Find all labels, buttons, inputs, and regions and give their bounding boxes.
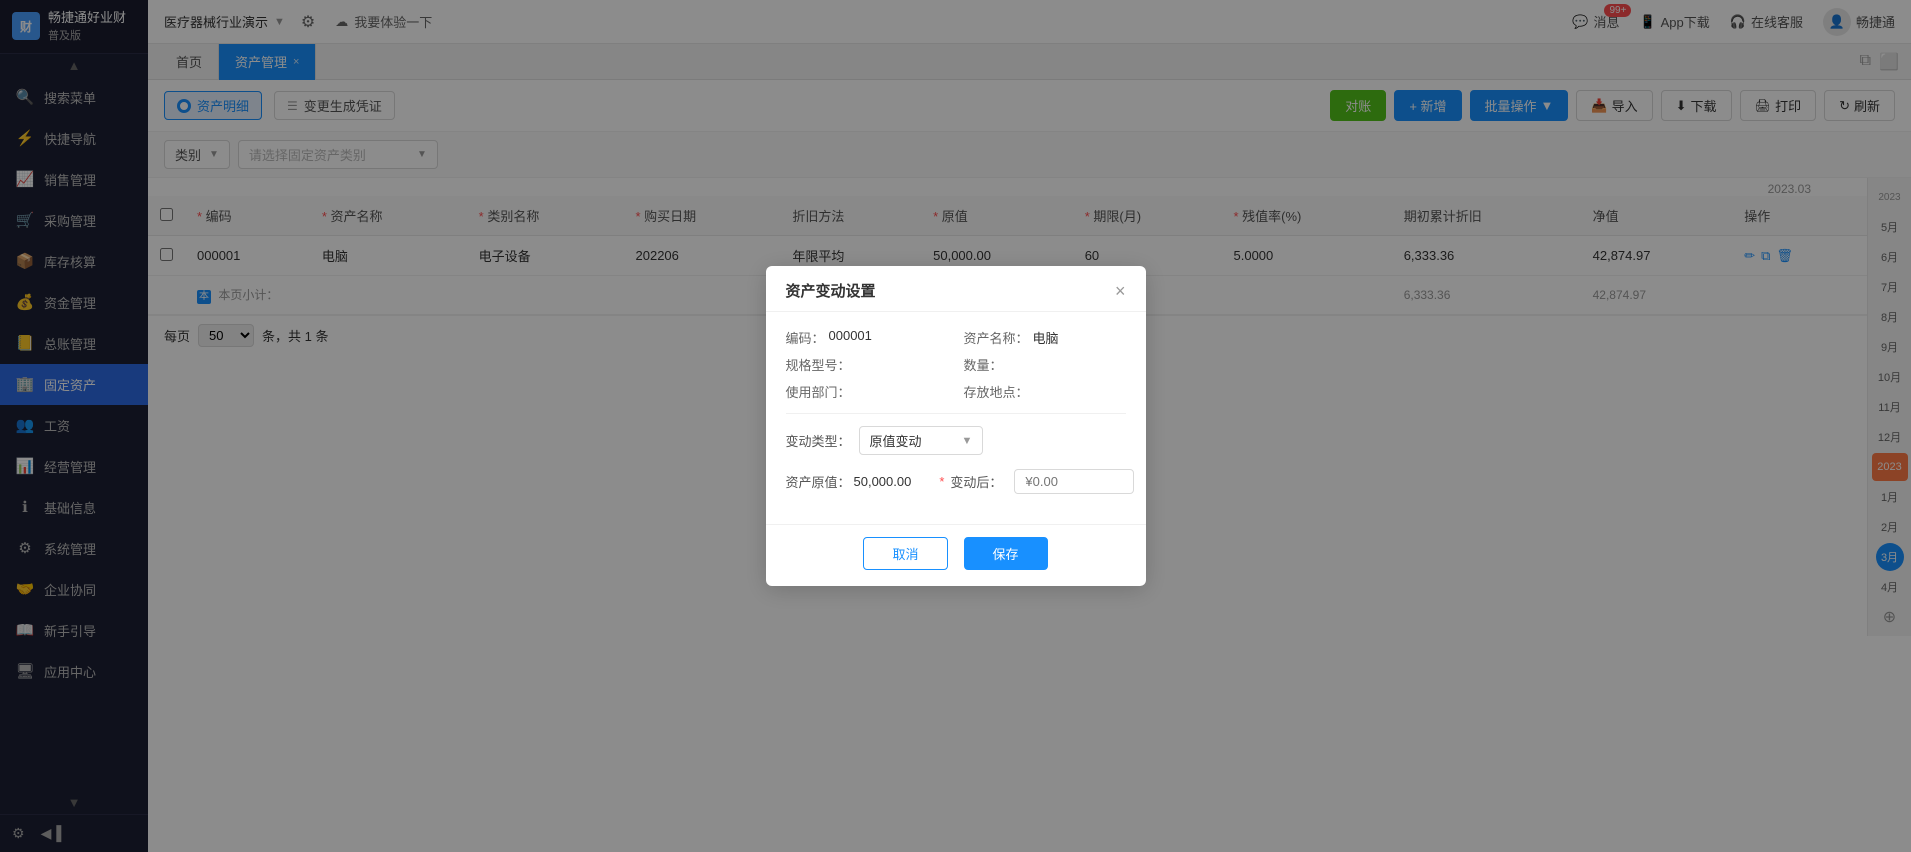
dialog-name-field: 资产名称： 电脑 <box>964 328 1126 347</box>
code-value: 000001 <box>829 328 872 347</box>
cancel-button[interactable]: 取消 <box>863 537 947 570</box>
dialog-body: 编码： 000001 资产名称： 电脑 规格型号： 数量： 使用部门： <box>766 312 1146 524</box>
change-type-value: 原值变动 <box>870 431 922 450</box>
spec-label: 规格型号： <box>786 355 851 374</box>
required-marker: * <box>939 474 944 489</box>
name-value: 电脑 <box>1033 328 1059 347</box>
dialog-spec-field: 规格型号： <box>786 355 948 374</box>
dialog-close-btn[interactable]: × <box>1115 282 1126 300</box>
change-type-select[interactable]: 原值变动 ▼ <box>859 426 984 455</box>
asset-original-value: 50,000.00 <box>854 474 912 489</box>
change-after-input[interactable] <box>1014 469 1134 494</box>
name-label: 资产名称： <box>964 328 1029 347</box>
department-label: 使用部门： <box>786 382 851 401</box>
dialog-department-field: 使用部门： <box>786 382 948 401</box>
change-type-arrow-icon: ▼ <box>962 435 973 447</box>
dialog-code-field: 编码： 000001 <box>786 328 948 347</box>
code-label: 编码： <box>786 328 825 347</box>
dialog-quantity-field: 数量： <box>964 355 1126 374</box>
dialog-header: 资产变动设置 × <box>766 266 1146 312</box>
dialog-title: 资产变动设置 <box>786 280 876 301</box>
dialog-location-field: 存放地点： <box>964 382 1126 401</box>
dialog-info-grid: 编码： 000001 资产名称： 电脑 规格型号： 数量： 使用部门： <box>786 328 1126 401</box>
asset-original-label: 资产原值： <box>786 472 846 491</box>
dialog-overlay: 资产变动设置 × 编码： 000001 资产名称： 电脑 规格型号： 数量： <box>0 0 1911 852</box>
dialog-footer: 取消 保存 <box>766 524 1146 586</box>
change-after-label: 变动后： <box>950 472 1010 491</box>
change-type-row: 变动类型： 原值变动 ▼ <box>786 426 1126 455</box>
dialog-divider <box>786 413 1126 414</box>
change-type-label: 变动类型： <box>786 431 851 450</box>
asset-original-row: 资产原值： 50,000.00 * 变动后： <box>786 469 1126 494</box>
quantity-label: 数量： <box>964 355 1003 374</box>
save-button[interactable]: 保存 <box>964 537 1048 570</box>
location-label: 存放地点： <box>964 382 1029 401</box>
asset-change-dialog: 资产变动设置 × 编码： 000001 资产名称： 电脑 规格型号： 数量： <box>766 266 1146 586</box>
